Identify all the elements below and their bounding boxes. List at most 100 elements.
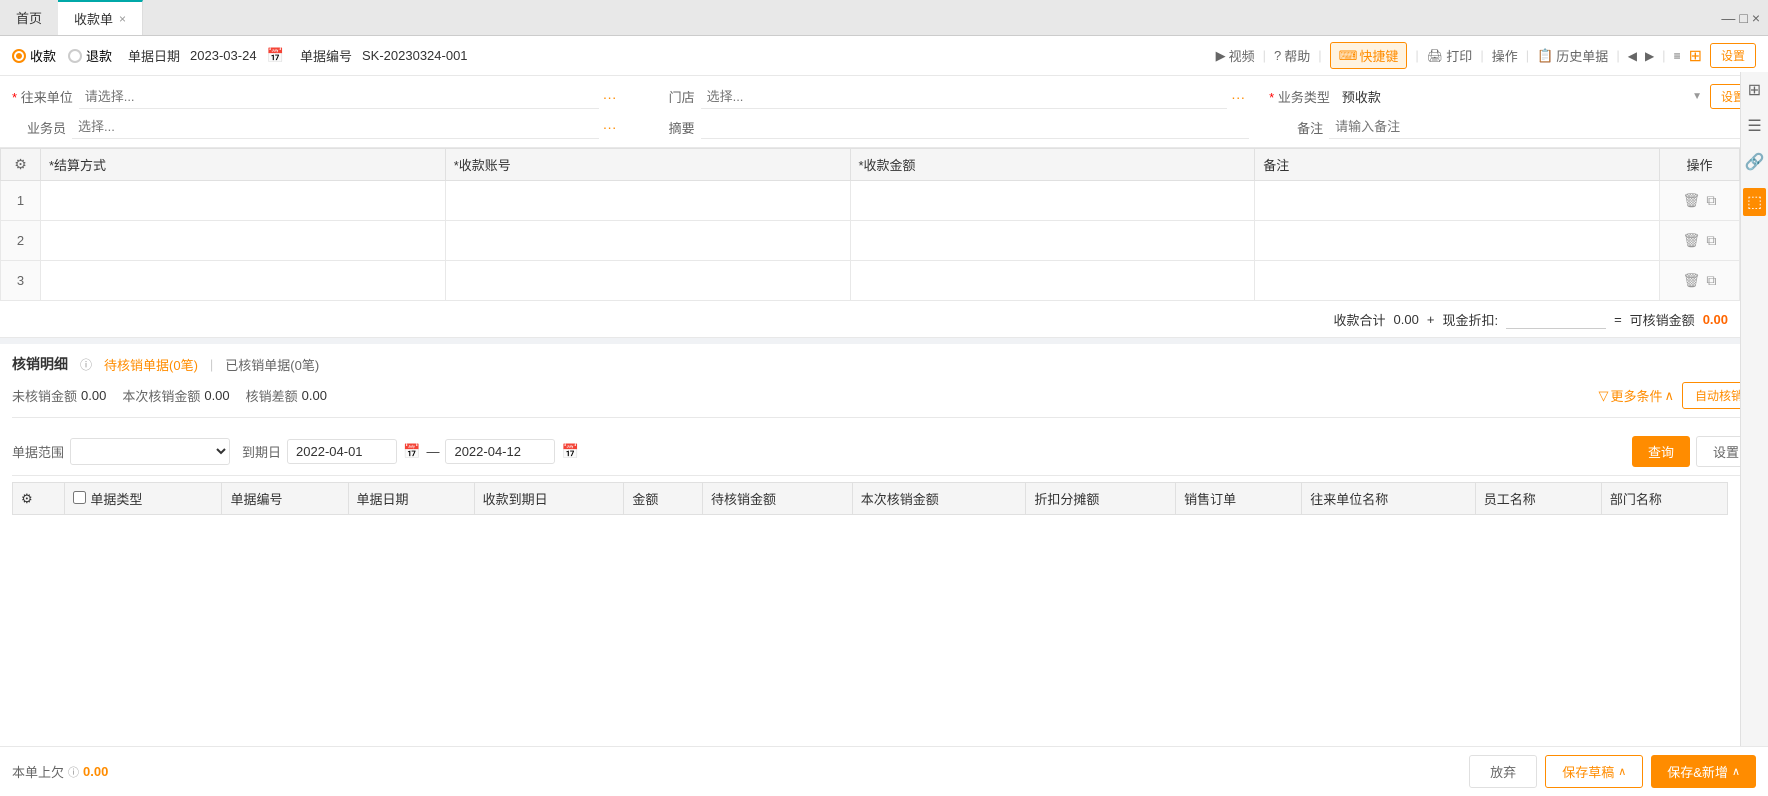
tab-home[interactable]: 首页 (0, 0, 58, 35)
remark-field: 备注 (1269, 115, 1756, 139)
history-link[interactable]: 📋 历史单据 (1537, 46, 1608, 65)
window-close-btn[interactable]: × (1752, 10, 1760, 26)
setting-btn-toolbar[interactable]: 设置 (1710, 43, 1756, 68)
discount-input[interactable] (1506, 309, 1606, 329)
table-remark-input[interactable] (1255, 181, 1659, 220)
save-draft-arrow-icon: ∧ (1618, 765, 1626, 778)
table-remark-input[interactable] (1255, 261, 1659, 300)
window-min-btn[interactable]: — (1721, 10, 1735, 26)
amount-input[interactable] (851, 261, 1255, 300)
account-cell[interactable] (445, 221, 850, 261)
query-btn[interactable]: 查询 (1632, 436, 1690, 467)
shortcut-btn[interactable]: ⌨ 快捷键 (1330, 42, 1408, 69)
delete-icon[interactable]: 🗑 (1683, 232, 1701, 249)
salesperson-more-icon[interactable]: ··· (599, 119, 621, 135)
window-max-btn[interactable]: □ (1739, 10, 1747, 26)
hexiao-stat-right: ▽ 更多条件 ∧ 自动核销 (1598, 382, 1756, 409)
delete-icon[interactable]: 🗑 (1683, 192, 1701, 209)
counterpart-label: * 往来单位 (12, 87, 79, 106)
amount-cell[interactable] (850, 221, 1255, 261)
amount-input[interactable] (851, 221, 1255, 260)
tab-receipt[interactable]: 收款单 × (58, 0, 143, 35)
nav-right-btn[interactable]: ▶ (1645, 49, 1654, 63)
done-tab-link[interactable]: 已核销单据(0笔) (225, 355, 319, 374)
tab-close-icon[interactable]: × (119, 12, 126, 26)
select-all-checkbox[interactable] (73, 491, 86, 504)
print-link[interactable]: 🖨 打印 (1427, 46, 1473, 65)
remark-cell[interactable] (1255, 221, 1660, 261)
amount-cell[interactable] (850, 261, 1255, 301)
salesperson-label: 业务员 (12, 118, 72, 137)
counterpart-input[interactable] (79, 85, 599, 109)
hexiao-info-icon[interactable]: ⓘ (80, 356, 92, 373)
radio-receipt[interactable]: 收款 (12, 46, 56, 65)
save-draft-label: 保存草稿 (1562, 762, 1614, 781)
account-input[interactable] (446, 221, 850, 260)
settlement-cell[interactable] (41, 221, 446, 261)
date-from-input[interactable] (287, 439, 397, 464)
remark-cell[interactable] (1255, 181, 1660, 221)
amount-input[interactable] (851, 181, 1255, 220)
copy-icon[interactable]: ⧉ (1706, 232, 1716, 249)
discard-btn[interactable]: 放弃 (1469, 755, 1537, 788)
equals-sign: = (1614, 312, 1622, 327)
bottom-info-icon[interactable]: ⓘ (68, 764, 79, 780)
radio-refund-label: 退款 (86, 46, 112, 65)
save-draft-btn[interactable]: 保存草稿 ∧ (1545, 755, 1643, 788)
bottom-col-10: 往来单位名称 (1302, 483, 1476, 515)
table-gear-icon[interactable]: ⚙ (14, 156, 27, 172)
more-conditions-btn[interactable]: ▽ 更多条件 ∧ (1598, 386, 1674, 405)
settlement-cell[interactable] (41, 181, 446, 221)
date-to-calendar-icon[interactable]: 📅 (561, 443, 578, 460)
copy-icon[interactable]: ⧉ (1706, 272, 1716, 289)
account-cell[interactable] (445, 181, 850, 221)
settlement-input[interactable] (41, 261, 445, 300)
help-link[interactable]: ? 帮助 (1274, 46, 1310, 65)
account-input[interactable] (446, 181, 850, 220)
right-panel-icon-4[interactable]: ⬚ (1743, 188, 1766, 216)
date-from-calendar-icon[interactable]: 📅 (403, 443, 420, 460)
counterpart-more-icon[interactable]: ··· (599, 89, 621, 105)
list-view-btn[interactable]: ≡ (1674, 49, 1681, 63)
right-panel-icon-2[interactable]: ☰ (1747, 116, 1761, 136)
operation-link[interactable]: 操作 (1492, 46, 1518, 65)
counterpart-field: * 往来单位 ··· (12, 85, 621, 109)
date-to-input[interactable] (445, 439, 555, 464)
nav-left-btn[interactable]: ◀ (1628, 49, 1637, 63)
more-conditions-label: 更多条件 (1610, 386, 1662, 405)
calendar-icon[interactable]: 📅 (267, 47, 284, 64)
store-more-icon[interactable]: ··· (1227, 89, 1249, 105)
settlement-input[interactable] (41, 221, 445, 260)
business-type-dropdown-icon[interactable]: ▼ (1692, 91, 1702, 102)
grid-view-btn[interactable]: ⊞ (1689, 46, 1702, 66)
amount-cell[interactable] (850, 181, 1255, 221)
bottom-col-6: 待核销金额 (702, 483, 852, 515)
right-panel-icon-1[interactable]: ⊞ (1748, 80, 1761, 100)
right-panel-icon-3[interactable]: 🔗 (1745, 152, 1765, 172)
row-num: 2 (1, 221, 41, 261)
store-input[interactable] (701, 85, 1228, 109)
diff-amount: 核销差额 0.00 (246, 386, 327, 405)
account-cell[interactable] (445, 261, 850, 301)
pending-tab-link[interactable]: 待核销单据(0笔) (104, 355, 198, 374)
chevron-up-icon: ∧ (1664, 388, 1674, 404)
settlement-cell[interactable] (41, 261, 446, 301)
remark-input[interactable] (1329, 115, 1756, 139)
range-select[interactable] (70, 438, 230, 465)
bottom-info-label: 本单上欠 (12, 762, 64, 781)
settlement-input[interactable] (41, 181, 445, 220)
salesperson-input[interactable] (72, 115, 599, 139)
copy-icon[interactable]: ⧉ (1706, 192, 1716, 209)
radio-receipt-label: 收款 (30, 46, 56, 65)
store-label: 门店 (641, 87, 701, 106)
summary-input[interactable] (701, 115, 1250, 139)
account-input[interactable] (446, 261, 850, 300)
total-value: 0.00 (1394, 312, 1419, 327)
video-link[interactable]: ▶ 视频 (1216, 46, 1255, 65)
remark-cell[interactable] (1255, 261, 1660, 301)
bottom-gear-icon[interactable]: ⚙ (21, 491, 33, 506)
table-remark-input[interactable] (1255, 221, 1659, 260)
delete-icon[interactable]: 🗑 (1683, 272, 1701, 289)
radio-refund[interactable]: 退款 (68, 46, 112, 65)
save-new-btn[interactable]: 保存&新增 ∧ (1651, 755, 1756, 788)
